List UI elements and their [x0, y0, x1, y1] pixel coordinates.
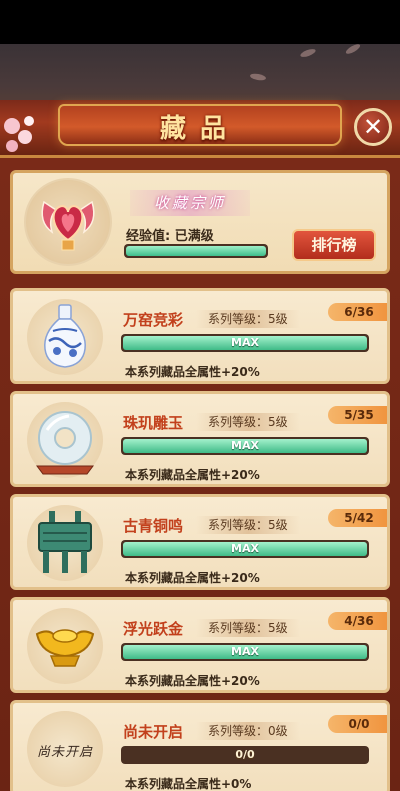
progress-text: MAX	[231, 645, 259, 658]
series-bonus: 本系列藏品全属性+0%	[125, 777, 252, 791]
series-bonus: 本系列藏品全属性+20%	[125, 365, 260, 379]
progress-text: 0/0	[235, 748, 255, 761]
jade-disc-icon	[36, 411, 94, 475]
series-name: 浮光跃金	[123, 620, 184, 638]
series-level: 系列等级：5级	[196, 310, 300, 328]
series-name: 尚未开启	[123, 723, 184, 741]
series-progress-bar: MAX	[121, 437, 369, 455]
profile-title: 收藏宗师	[130, 190, 250, 216]
series-level: 系列等级：0级	[196, 722, 300, 740]
series-level: 系列等级：5级	[196, 516, 300, 534]
series-name: 珠玑雕玉	[123, 414, 184, 432]
close-icon: ✕	[362, 113, 384, 141]
series-card[interactable]: 万窑竞彩 系列等级：5级 6/36 MAX 本系列藏品全属性+20%	[10, 288, 390, 384]
series-card[interactable]: 古青铜鸣 系列等级：5级 5/42 MAX 本系列藏品全属性+20%	[10, 494, 390, 590]
series-list: 万窑竞彩 系列等级：5级 6/36 MAX 本系列藏品全属性+20% 珠玑雕玉 …	[10, 288, 390, 791]
exp-progress-bar	[124, 244, 268, 258]
petal-decoration	[344, 42, 362, 56]
collection-count-badge: 5/42	[328, 509, 387, 527]
collection-count-badge: 5/35	[328, 406, 387, 424]
series-name: 万窑竞彩	[123, 311, 184, 329]
series-progress-bar: MAX	[121, 643, 369, 661]
exp-label: 经验值: 已满级	[126, 229, 214, 244]
close-button[interactable]: ✕	[354, 108, 392, 146]
series-progress-bar: 0/0	[121, 746, 369, 764]
petal-decoration	[249, 72, 267, 82]
series-progress-bar: MAX	[121, 334, 369, 352]
page-title: 藏品	[159, 114, 240, 144]
series-card[interactable]: 珠玑雕玉 系列等级：5级 5/35 MAX 本系列藏品全属性+20%	[10, 391, 390, 487]
gold-ingot-icon	[35, 629, 95, 667]
series-card[interactable]: 浮光跃金 系列等级：5级 4/36 MAX 本系列藏品全属性+20%	[10, 597, 390, 693]
collection-count-badge: 0/0	[328, 715, 387, 733]
winged-heart-badge-icon	[41, 200, 95, 251]
petal-decoration	[299, 47, 317, 59]
exp-progress-fill	[126, 246, 266, 256]
series-card-locked[interactable]: 尚未开启 尚未开启 系列等级：0级 0/0 0/0 本系列藏品全属性+0%	[10, 700, 390, 791]
collection-count-badge: 6/36	[328, 303, 387, 321]
series-bonus: 本系列藏品全属性+20%	[125, 571, 260, 585]
series-name: 古青铜鸣	[123, 517, 184, 535]
series-bonus: 本系列藏品全属性+20%	[125, 674, 260, 688]
progress-text: MAX	[231, 542, 259, 555]
bronze-ding-icon	[38, 511, 92, 573]
series-bonus: 本系列藏品全属性+20%	[125, 468, 260, 482]
progress-text: MAX	[231, 336, 259, 349]
series-level: 系列等级：5级	[196, 413, 300, 431]
series-progress-bar: MAX	[121, 540, 369, 558]
series-level: 系列等级：5级	[196, 619, 300, 637]
porcelain-vase-icon	[44, 304, 86, 368]
locked-icon: 尚未开启	[36, 745, 93, 760]
status-bar	[0, 0, 400, 44]
collection-count-badge: 4/36	[328, 612, 387, 630]
progress-text: MAX	[231, 439, 259, 452]
ranking-button[interactable]: 排行榜	[292, 229, 376, 261]
